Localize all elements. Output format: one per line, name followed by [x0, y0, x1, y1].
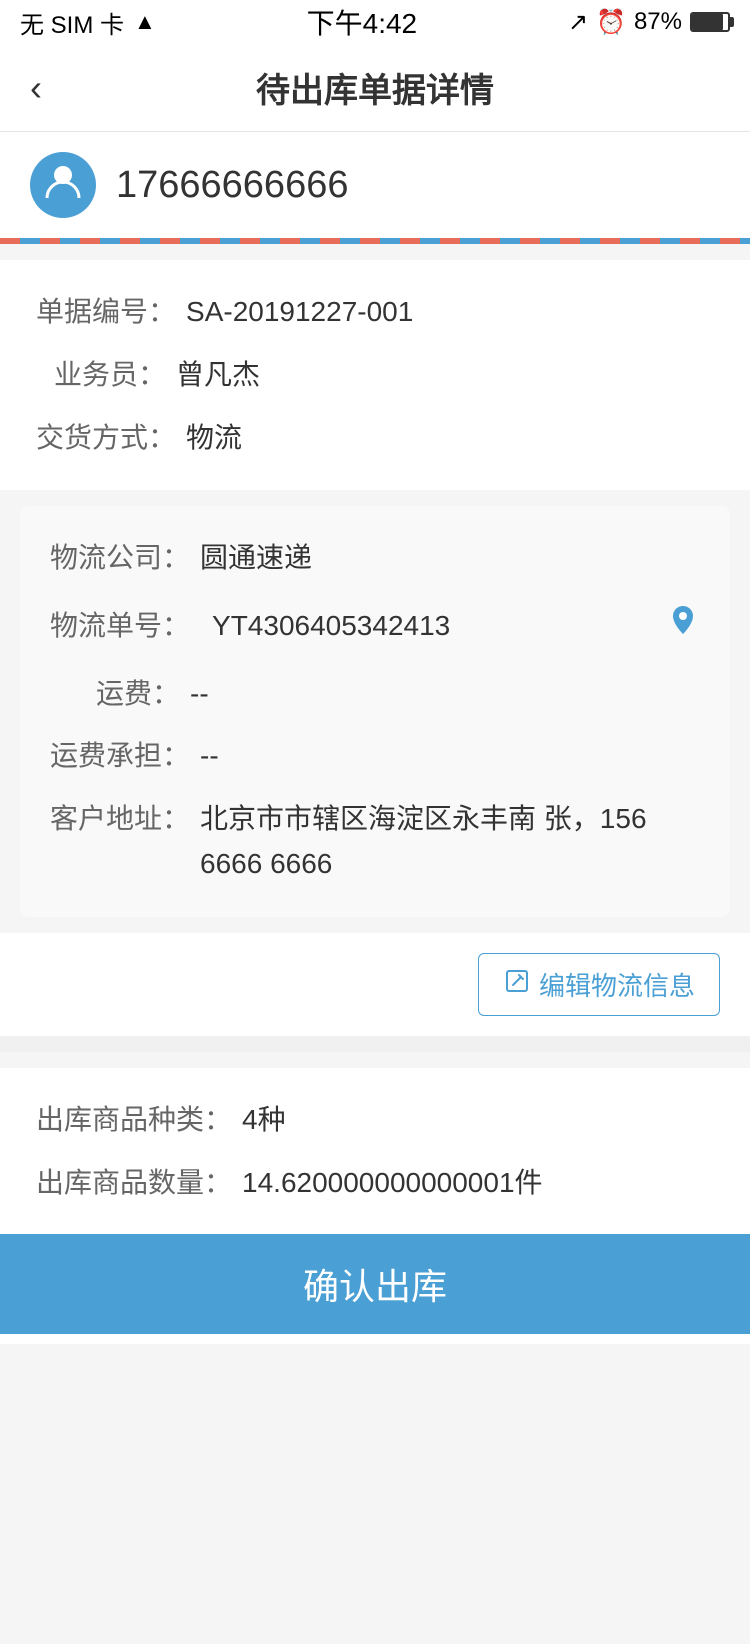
- page-title: 待出库单据详情: [256, 63, 494, 112]
- avatar: [30, 152, 96, 218]
- battery-bar: [690, 12, 730, 32]
- freight-row: 运费： --: [50, 672, 700, 717]
- empty-space: [0, 1344, 750, 1544]
- avatar-icon: [43, 160, 83, 210]
- delivery-method-label: 交货方式：: [36, 416, 186, 461]
- delivery-method-row: 交货方式： 物流: [36, 416, 714, 461]
- status-left: 无 SIM 卡 ▲: [20, 5, 156, 40]
- freight-label: 运费：: [50, 672, 190, 717]
- dashed-divider: [0, 238, 750, 244]
- wifi-icon: ▲: [134, 9, 156, 35]
- confirm-btn-label: 确认出库: [303, 1258, 447, 1310]
- freight-value: --: [190, 672, 700, 717]
- tracking-no-value: YT4306405342413: [212, 604, 654, 649]
- address-value: 北京市市辖区海淀区永丰南 张，156 6666 6666: [200, 797, 700, 887]
- delivery-method-value: 物流: [186, 416, 714, 461]
- freight-bear-row: 运费承担： --: [50, 734, 700, 779]
- location-icon: ↗: [568, 8, 588, 37]
- tracking-no-label: 物流单号：: [50, 604, 200, 649]
- address-label: 客户地址：: [50, 797, 200, 842]
- time-display: 下午4:42: [307, 2, 418, 42]
- edit-logistics-label: 编辑物流信息: [539, 966, 695, 1003]
- back-button[interactable]: ‹: [30, 67, 42, 109]
- edit-logistics-button[interactable]: 编辑物流信息: [478, 953, 720, 1016]
- status-right: ↗ ⏰ 87%: [568, 8, 730, 37]
- nav-bar: ‹ 待出库单据详情: [0, 44, 750, 132]
- goods-types-label: 出库商品种类：: [36, 1098, 242, 1143]
- order-no-label: 单据编号：: [36, 290, 186, 335]
- edit-btn-row: 编辑物流信息: [0, 933, 750, 1036]
- logistics-company-row: 物流公司： 圆通速递: [50, 536, 700, 581]
- goods-types-value: 4种: [242, 1098, 714, 1143]
- status-bar: 无 SIM 卡 ▲ 下午4:42 ↗ ⏰ 87%: [0, 0, 750, 44]
- main-content: 17666666666 单据编号： SA-20191227-001 业务员： 曾…: [0, 132, 750, 1644]
- confirm-button[interactable]: 确认出库: [0, 1234, 750, 1334]
- edit-icon: [503, 967, 531, 1002]
- sales-person-row: 业务员： 曾凡杰: [36, 353, 714, 398]
- logistics-company-label: 物流公司：: [50, 536, 200, 581]
- customer-header: 17666666666: [0, 132, 750, 238]
- sales-person-label: 业务员：: [36, 353, 176, 398]
- goods-quantity-label: 出库商品数量：: [36, 1161, 242, 1206]
- logistics-section: 物流公司： 圆通速递 物流单号： YT4306405342413 运费： -- …: [20, 506, 730, 916]
- freight-bear-value: --: [200, 734, 700, 779]
- tracking-no-row: 物流单号： YT4306405342413: [50, 599, 700, 653]
- battery-percent: 87%: [634, 8, 682, 36]
- battery-fill: [692, 14, 723, 30]
- freight-bear-label: 运费承担：: [50, 734, 200, 779]
- order-no-value: SA-20191227-001: [186, 290, 714, 335]
- goods-section: 出库商品种类： 4种 出库商品数量： 14.620000000000001件: [0, 1068, 750, 1236]
- basic-info-section: 单据编号： SA-20191227-001 业务员： 曾凡杰 交货方式： 物流: [0, 260, 750, 490]
- carrier-text: 无 SIM 卡: [20, 5, 124, 40]
- goods-quantity-row: 出库商品数量： 14.620000000000001件: [36, 1161, 714, 1206]
- customer-phone: 17666666666: [116, 164, 348, 207]
- section-divider-1: [0, 1036, 750, 1052]
- alarm-icon: ⏰: [596, 8, 626, 37]
- address-row: 客户地址： 北京市市辖区海淀区永丰南 张，156 6666 6666: [50, 797, 700, 887]
- goods-types-row: 出库商品种类： 4种: [36, 1098, 714, 1143]
- logistics-company-value: 圆通速递: [200, 536, 700, 581]
- goods-quantity-value: 14.620000000000001件: [242, 1161, 714, 1206]
- location-icon[interactable]: [666, 599, 700, 653]
- sales-person-value: 曾凡杰: [176, 353, 714, 398]
- order-no-row: 单据编号： SA-20191227-001: [36, 290, 714, 335]
